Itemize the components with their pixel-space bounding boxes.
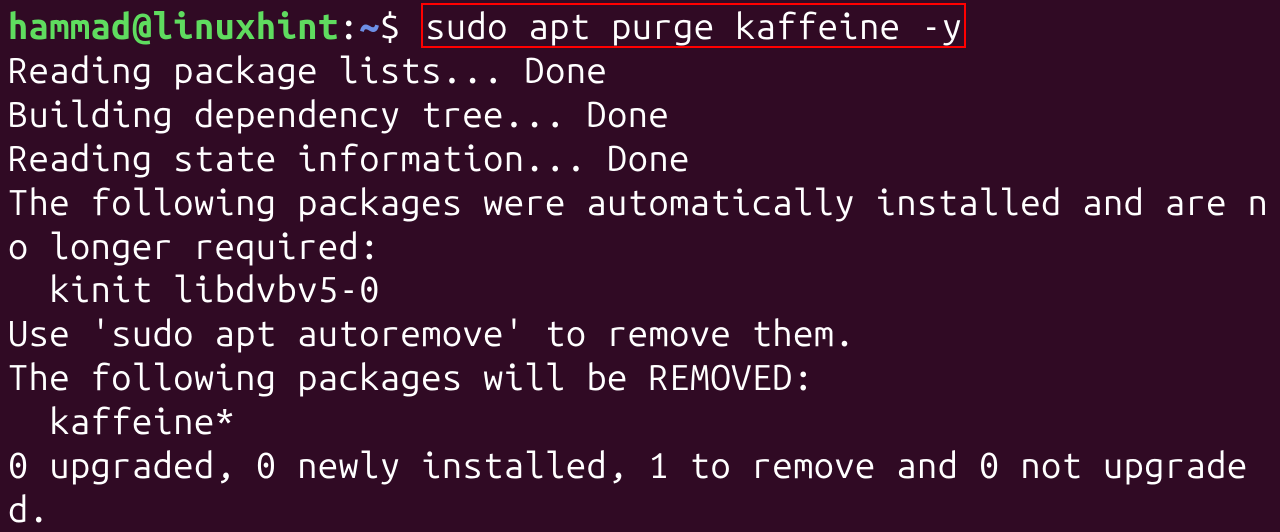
prompt-dollar: $: [380, 5, 421, 46]
terminal-output: hammad@linuxhint:~$ sudo apt purge kaffe…: [8, 4, 1272, 531]
output-building-tree: Building dependency tree... Done: [8, 92, 1272, 136]
command-text-highlighted: sudo apt purge kaffeine -y: [421, 3, 966, 48]
output-autoremove-hint: Use 'sudo apt autoremove' to remove them…: [8, 311, 1272, 355]
output-auto-installed: The following packages were automaticall…: [8, 180, 1272, 268]
command-line[interactable]: hammad@linuxhint:~$ sudo apt purge kaffe…: [8, 4, 1272, 48]
output-summary: 0 upgraded, 0 newly installed, 1 to remo…: [8, 443, 1272, 531]
output-reading-state: Reading state information... Done: [8, 136, 1272, 180]
prompt-user-host: hammad@linuxhint: [8, 5, 339, 46]
output-package-list: kinit libdvbv5-0: [8, 267, 1272, 311]
output-removed-package: kaffeine*: [8, 399, 1272, 443]
output-reading-lists: Reading package lists... Done: [8, 48, 1272, 92]
prompt-path: ~: [359, 5, 380, 46]
output-removed-header: The following packages will be REMOVED:: [8, 355, 1272, 399]
prompt-colon: :: [339, 5, 360, 46]
